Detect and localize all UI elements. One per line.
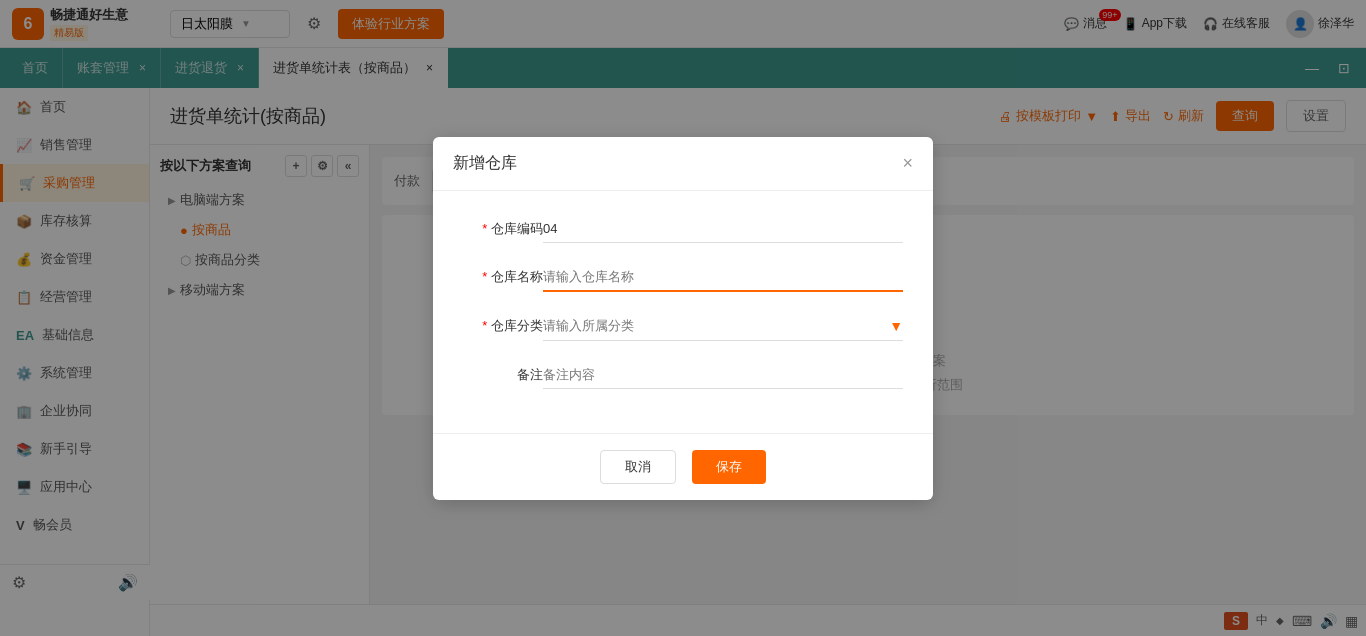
warehouse-code-input[interactable] <box>543 215 903 243</box>
required-star-name: * <box>482 269 487 284</box>
required-star-code: * <box>482 221 487 236</box>
form-row-code: * 仓库编码 <box>463 215 903 243</box>
modal-header: 新增仓库 × <box>433 137 933 191</box>
modal-close-button[interactable]: × <box>902 153 913 174</box>
modal-title: 新增仓库 <box>453 153 517 174</box>
warehouse-category-select[interactable]: ▼ <box>543 312 903 341</box>
modal-overlay[interactable]: 新增仓库 × * 仓库编码 * 仓库名称 <box>0 0 1366 636</box>
form-row-name: * 仓库名称 <box>463 263 903 292</box>
warehouse-category-input[interactable] <box>543 318 889 333</box>
form-label-code: * 仓库编码 <box>463 220 543 238</box>
modal-body: * 仓库编码 * 仓库名称 * 仓库分类 <box>433 191 933 433</box>
form-label-name: * 仓库名称 <box>463 268 543 286</box>
form-label-category: * 仓库分类 <box>463 317 543 335</box>
warehouse-remark-input[interactable] <box>543 361 903 389</box>
form-label-remark: 备注 <box>463 366 543 384</box>
select-dropdown-icon: ▼ <box>889 318 903 334</box>
required-star-category: * <box>482 318 487 333</box>
form-row-remark: 备注 <box>463 361 903 389</box>
modal-dialog: 新增仓库 × * 仓库编码 * 仓库名称 <box>433 137 933 500</box>
warehouse-name-input[interactable] <box>543 263 903 292</box>
form-row-category: * 仓库分类 ▼ <box>463 312 903 341</box>
modal-footer: 取消 保存 <box>433 433 933 500</box>
cancel-button[interactable]: 取消 <box>600 450 676 484</box>
save-button[interactable]: 保存 <box>692 450 766 484</box>
